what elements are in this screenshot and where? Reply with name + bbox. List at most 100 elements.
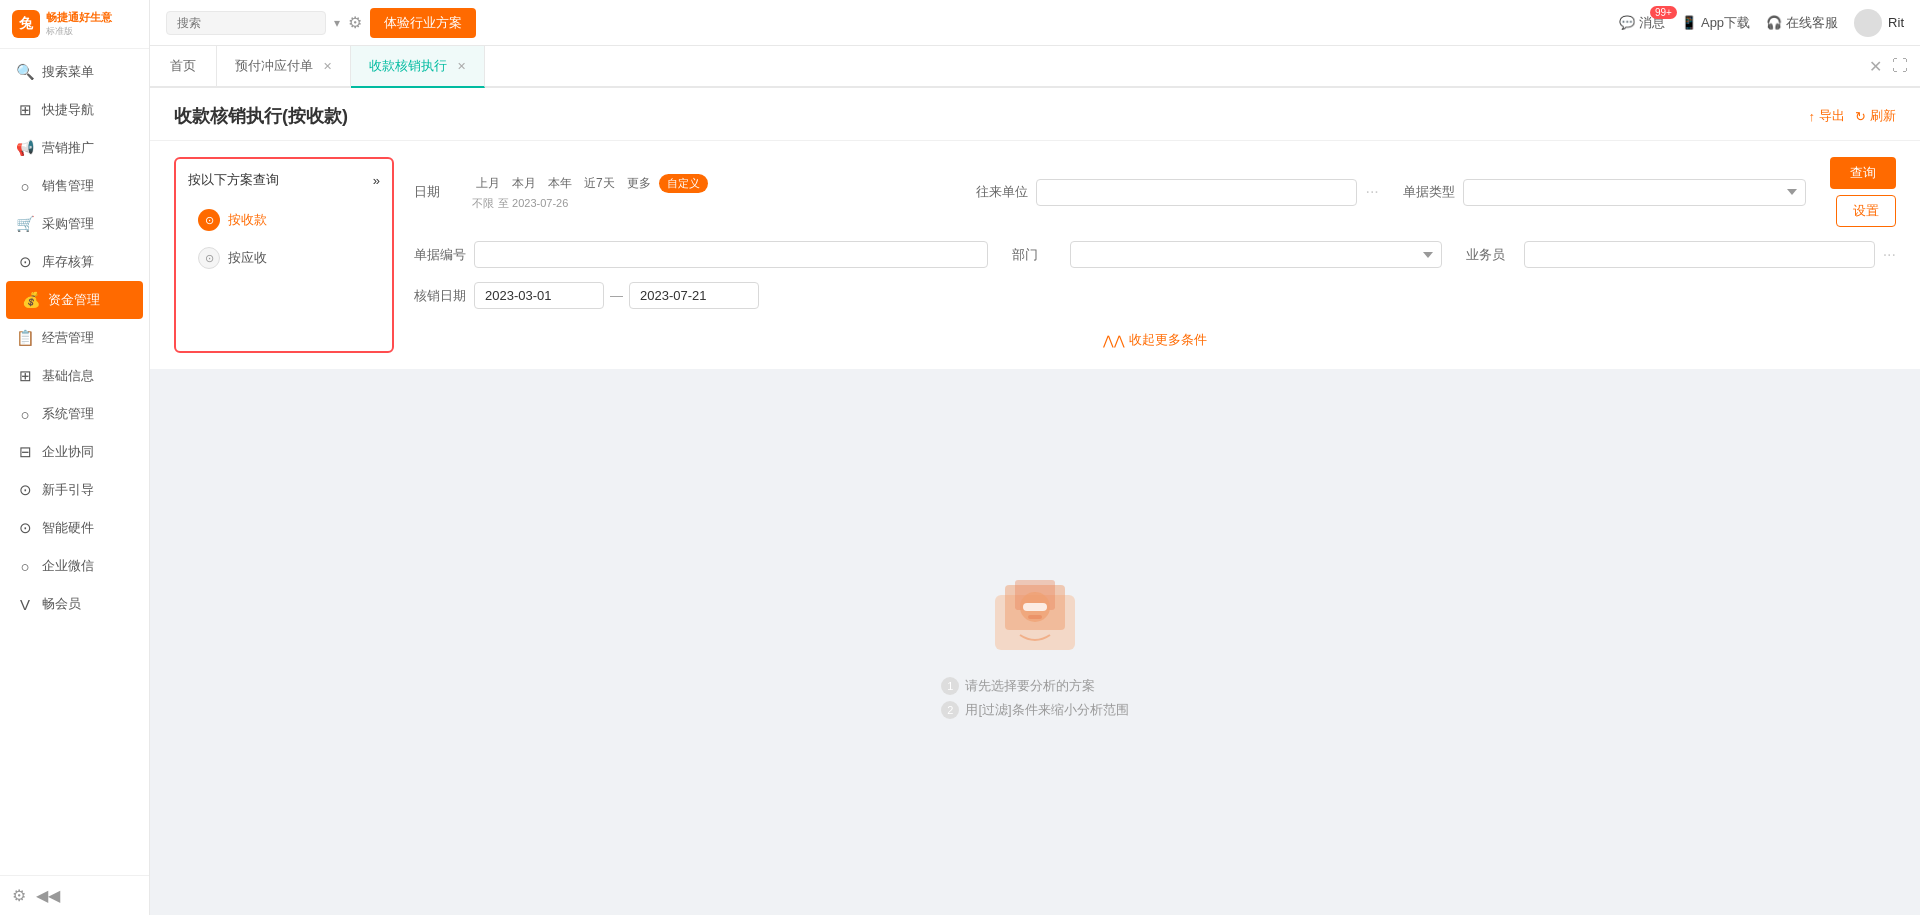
query-button[interactable]: 查询 [1830,157,1896,189]
tab-prepay-close-icon[interactable]: ✕ [323,60,332,73]
empty-tip-1: 1 请先选择要分析的方案 [941,677,1128,695]
message-badge: 99+ [1650,6,1677,19]
sidebar-item-marketing[interactable]: 📢 营销推广 [0,129,149,167]
tab-bar: 首页 预付冲应付单 ✕ 收款核销执行 ✕ ✕ ⛶ [150,46,1920,88]
staff-field-group: 业务员 ··· [1466,241,1896,268]
online-service-button[interactable]: 🎧 在线客服 [1766,14,1838,32]
date-opt-this-year[interactable]: 本年 [544,173,576,194]
date-no-limit-row: 不限 至 2023-07-26 [472,196,708,211]
user-avatar [1854,9,1882,37]
export-button[interactable]: ↑ 导出 [1809,107,1846,125]
sidebar-label: 智能硬件 [42,519,94,537]
sidebar-item-inventory[interactable]: ⊙ 库存核算 [0,243,149,281]
filter-option-by-receipt[interactable]: ⊙ 按收款 [188,201,380,239]
filter-panel: 按以下方案查询 » ⊙ 按收款 ⊙ 按应收 [174,157,394,353]
tab-receipt-writeoff-label: 收款核销执行 [369,57,447,75]
sidebar-label: 系统管理 [42,405,94,423]
sidebar-item-member[interactable]: V 畅会员 [0,585,149,623]
message-button[interactable]: 💬 消息 99+ [1619,14,1665,32]
setting-button[interactable]: 设置 [1836,195,1896,227]
wechat-icon: ○ [16,558,34,575]
collapse-sidebar-icon[interactable]: ◀◀ [36,886,60,905]
refresh-button[interactable]: ↻ 刷新 [1855,107,1896,125]
date-opt-more[interactable]: 更多 [623,173,655,194]
date-opt-7days[interactable]: 近7天 [580,173,619,194]
writeoff-date-range: 📅 — 📅 [474,282,759,309]
date-opt-custom[interactable]: 自定义 [659,174,708,193]
docno-input[interactable] [474,241,988,268]
sidebar-item-finance[interactable]: 💰 资金管理 [6,281,143,319]
system-icon: ○ [16,406,34,423]
app-download-button[interactable]: 📱 App下载 [1681,14,1750,32]
sidebar-label: 企业协同 [42,443,94,461]
hardware-icon: ⊙ [16,519,34,537]
sidebar-item-sales[interactable]: ○ 销售管理 [0,167,149,205]
sidebar-label: 畅会员 [42,595,81,613]
sidebar-item-system[interactable]: ○ 系统管理 [0,395,149,433]
user-name: Rit [1888,15,1904,30]
sidebar-item-guide[interactable]: ⊙ 新手引导 [0,471,149,509]
date-opt-last-month[interactable]: 上月 [472,173,504,194]
purchase-icon: 🛒 [16,215,34,233]
sidebar-item-enterprise[interactable]: ⊟ 企业协同 [0,433,149,471]
service-label: 在线客服 [1786,14,1838,32]
partner-more-icon[interactable]: ··· [1365,183,1378,201]
sidebar-item-basic-info[interactable]: ⊞ 基础信息 [0,357,149,395]
tab-prepay[interactable]: 预付冲应付单 ✕ [217,46,351,88]
partner-input[interactable] [1036,179,1358,206]
filter-panel-collapse-icon[interactable]: » [373,173,380,188]
collapse-more-label: 收起更多条件 [1129,331,1207,349]
sidebar-item-operations[interactable]: 📋 经营管理 [0,319,149,357]
writeoff-date-start-input[interactable] [474,282,604,309]
date-options-row: 上月 本月 本年 近7天 更多 自定义 [472,173,708,194]
header-search-input[interactable] [166,11,326,35]
user-profile[interactable]: Rit [1854,9,1904,37]
page-header: 收款核销执行(按收款) ↑ 导出 ↻ 刷新 [150,88,1920,141]
sidebar-item-wechat[interactable]: ○ 企业微信 [0,547,149,585]
doctype-select[interactable] [1463,179,1806,206]
header-gear-icon[interactable]: ⚙ [348,13,362,32]
staff-more-icon[interactable]: ··· [1883,246,1896,264]
tip1-num: 1 [941,677,959,695]
app-label: App下载 [1701,14,1750,32]
writeoff-date-end-input[interactable] [629,282,759,309]
tab-receipt-close-icon[interactable]: ✕ [457,60,466,73]
top-header: ▾ ⚙ 体验行业方案 💬 消息 99+ 📱 App下载 🎧 在线客服 Rit [150,0,1920,46]
service-icon: 🎧 [1766,15,1782,30]
dept-label: 部门 [1012,246,1062,264]
date-to-text: 至 2023-07-26 [498,196,568,211]
tab-close-all-icon[interactable]: ✕ [1869,57,1882,76]
svg-rect-4 [1023,603,1047,611]
filter-section: 按以下方案查询 » ⊙ 按收款 ⊙ 按应收 日期 [150,141,1920,369]
filter-receipt-icon: ⊙ [198,209,220,231]
sidebar-item-search-menu[interactable]: 🔍 搜索菜单 [0,53,149,91]
date-opt-this-month[interactable]: 本月 [508,173,540,194]
sidebar-label: 基础信息 [42,367,94,385]
industry-button[interactable]: 体验行业方案 [370,8,476,38]
sidebar-item-purchase[interactable]: 🛒 采购管理 [0,205,149,243]
query-buttons: 查询 设置 [1830,157,1896,227]
docno-field-group: 单据编号 [414,241,988,268]
sidebar-label: 搜索菜单 [42,63,94,81]
sidebar-item-hardware[interactable]: ⊙ 智能硬件 [0,509,149,547]
finance-icon: 💰 [22,291,40,309]
sidebar-logo: 兔 畅捷通好生意 标准版 [0,0,149,49]
settings-icon[interactable]: ⚙ [12,886,26,905]
query-row-3: 核销日期 📅 — 📅 [414,282,1896,309]
collapse-more-btn[interactable]: ⋀⋀ 收起更多条件 [414,323,1896,353]
staff-input[interactable] [1524,241,1875,268]
dept-field-group: 部门 [1012,241,1442,268]
filter-option-by-receivable[interactable]: ⊙ 按应收 [188,239,380,277]
quick-nav-icon: ⊞ [16,101,34,119]
sidebar-label: 经营管理 [42,329,94,347]
tab-receipt-writeoff[interactable]: 收款核销执行 ✕ [351,46,485,88]
tab-expand-icon[interactable]: ⛶ [1892,57,1908,75]
sidebar-item-quick-nav[interactable]: ⊞ 快捷导航 [0,91,149,129]
export-icon: ↑ [1809,109,1816,124]
sidebar-navigation: 🔍 搜索菜单 ⊞ 快捷导航 📢 营销推广 ○ 销售管理 🛒 采购管理 ⊙ 库存核… [0,49,149,875]
tab-home[interactable]: 首页 [150,46,217,88]
sidebar-label: 企业微信 [42,557,94,575]
header-left: ▾ ⚙ 体验行业方案 [166,8,1607,38]
header-dropdown-icon[interactable]: ▾ [334,16,340,30]
dept-select[interactable] [1070,241,1442,268]
